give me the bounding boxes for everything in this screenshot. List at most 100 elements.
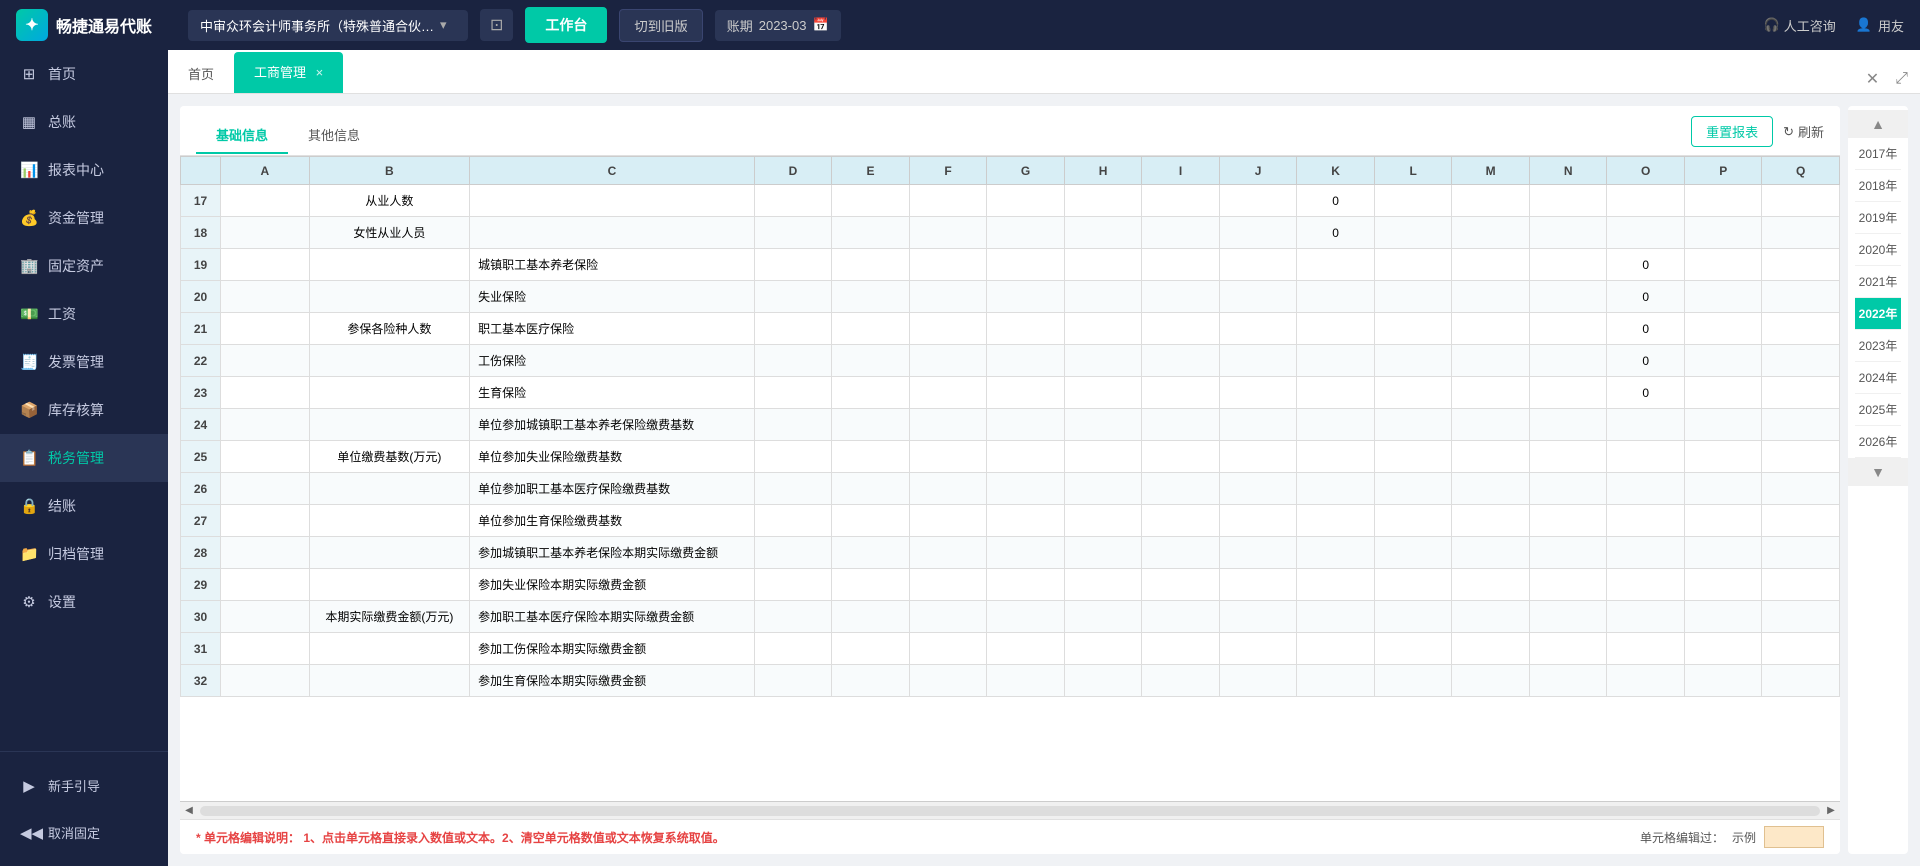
year-item[interactable]: 2025年 — [1855, 394, 1902, 426]
cell-18-col_k[interactable]: 0 — [1297, 217, 1375, 249]
cell-29-col_a[interactable] — [221, 569, 310, 601]
cell-24-row_num[interactable]: 24 — [181, 409, 221, 441]
cell-22-col_f[interactable] — [909, 345, 987, 377]
cell-20-row_num[interactable]: 20 — [181, 281, 221, 313]
sidebar-item-closing[interactable]: 🔒 结账 — [0, 482, 168, 530]
cell-24-col_m[interactable] — [1452, 409, 1530, 441]
cell-17-col_p[interactable] — [1684, 185, 1762, 217]
cell-22-col_n[interactable] — [1529, 345, 1607, 377]
cell-25-col_c[interactable]: 单位参加失业保险缴费基数 — [470, 441, 755, 473]
cell-30-row_num[interactable]: 30 — [181, 601, 221, 633]
cell-19-col_c[interactable]: 城镇职工基本养老保险 — [470, 249, 755, 281]
cell-24-col_b[interactable] — [309, 409, 470, 441]
cell-29-row_num[interactable]: 29 — [181, 569, 221, 601]
cell-17-col_a[interactable] — [221, 185, 310, 217]
cell-29-col_k[interactable] — [1297, 569, 1375, 601]
cell-28-col_n[interactable] — [1529, 537, 1607, 569]
cell-28-col_d[interactable] — [754, 537, 832, 569]
cell-23-col_c[interactable]: 生育保险 — [470, 377, 755, 409]
cell-31-col_e[interactable] — [832, 633, 910, 665]
sidebar-item-inventory[interactable]: 📦 库存核算 — [0, 386, 168, 434]
cell-22-col_g[interactable] — [987, 345, 1065, 377]
cell-26-col_p[interactable] — [1684, 473, 1762, 505]
window-expand-icon[interactable]: ⤢ — [1891, 66, 1912, 92]
cell-26-col_i[interactable] — [1142, 473, 1220, 505]
cell-28-col_m[interactable] — [1452, 537, 1530, 569]
cell-29-col_p[interactable] — [1684, 569, 1762, 601]
cell-28-row_num[interactable]: 28 — [181, 537, 221, 569]
cell-32-col_e[interactable] — [832, 665, 910, 697]
cell-24-col_o[interactable] — [1607, 409, 1685, 441]
cell-21-col_b[interactable]: 参保各险种人数 — [309, 313, 470, 345]
cell-25-col_n[interactable] — [1529, 441, 1607, 473]
cell-21-col_i[interactable] — [1142, 313, 1220, 345]
cell-18-col_i[interactable] — [1142, 217, 1220, 249]
cell-17-col_d[interactable] — [754, 185, 832, 217]
cell-27-col_b[interactable] — [309, 505, 470, 537]
cell-19-col_j[interactable] — [1219, 249, 1297, 281]
sidebar-item-invoice-mgmt[interactable]: 🧾 发票管理 — [0, 338, 168, 386]
cell-18-col_f[interactable] — [909, 217, 987, 249]
cell-18-col_c[interactable] — [470, 217, 755, 249]
cell-31-col_o[interactable] — [1607, 633, 1685, 665]
cell-21-col_m[interactable] — [1452, 313, 1530, 345]
cell-19-col_g[interactable] — [987, 249, 1065, 281]
cell-26-col_j[interactable] — [1219, 473, 1297, 505]
cell-26-col_e[interactable] — [832, 473, 910, 505]
cell-17-col_i[interactable] — [1142, 185, 1220, 217]
cell-18-col_h[interactable] — [1064, 217, 1142, 249]
cell-27-col_o[interactable] — [1607, 505, 1685, 537]
cell-29-col_q[interactable] — [1762, 569, 1840, 601]
cell-28-col_k[interactable] — [1297, 537, 1375, 569]
cell-32-row_num[interactable]: 32 — [181, 665, 221, 697]
cell-26-col_n[interactable] — [1529, 473, 1607, 505]
cell-18-col_o[interactable] — [1607, 217, 1685, 249]
cell-25-col_p[interactable] — [1684, 441, 1762, 473]
cell-17-col_o[interactable] — [1607, 185, 1685, 217]
cell-23-col_a[interactable] — [221, 377, 310, 409]
cell-20-col_k[interactable] — [1297, 281, 1375, 313]
cell-25-col_k[interactable] — [1297, 441, 1375, 473]
cell-29-col_g[interactable] — [987, 569, 1065, 601]
cell-30-col_h[interactable] — [1064, 601, 1142, 633]
cell-32-col_h[interactable] — [1064, 665, 1142, 697]
cell-19-col_l[interactable] — [1374, 249, 1452, 281]
sidebar-item-payroll[interactable]: 💵 工资 — [0, 290, 168, 338]
cell-18-col_a[interactable] — [221, 217, 310, 249]
cell-17-col_e[interactable] — [832, 185, 910, 217]
cell-32-col_k[interactable] — [1297, 665, 1375, 697]
cell-19-col_f[interactable] — [909, 249, 987, 281]
cell-22-col_o[interactable]: 0 — [1607, 345, 1685, 377]
cell-24-col_a[interactable] — [221, 409, 310, 441]
user-area[interactable]: 👤 用友 — [1856, 16, 1904, 35]
cell-27-col_a[interactable] — [221, 505, 310, 537]
cell-27-col_f[interactable] — [909, 505, 987, 537]
cell-28-col_h[interactable] — [1064, 537, 1142, 569]
cell-31-col_p[interactable] — [1684, 633, 1762, 665]
cell-17-col_n[interactable] — [1529, 185, 1607, 217]
cell-25-col_m[interactable] — [1452, 441, 1530, 473]
cell-24-col_d[interactable] — [754, 409, 832, 441]
cell-29-col_e[interactable] — [832, 569, 910, 601]
cell-27-row_num[interactable]: 27 — [181, 505, 221, 537]
cell-18-col_n[interactable] — [1529, 217, 1607, 249]
cell-31-col_b[interactable] — [309, 633, 470, 665]
cell-20-col_a[interactable] — [221, 281, 310, 313]
cell-28-col_p[interactable] — [1684, 537, 1762, 569]
cell-19-col_n[interactable] — [1529, 249, 1607, 281]
cell-29-col_i[interactable] — [1142, 569, 1220, 601]
cell-18-col_l[interactable] — [1374, 217, 1452, 249]
cell-25-row_num[interactable]: 25 — [181, 441, 221, 473]
cell-24-col_c[interactable]: 单位参加城镇职工基本养老保险缴费基数 — [470, 409, 755, 441]
cell-22-col_i[interactable] — [1142, 345, 1220, 377]
cell-21-col_l[interactable] — [1374, 313, 1452, 345]
cell-30-col_q[interactable] — [1762, 601, 1840, 633]
scroll-track[interactable] — [200, 806, 1820, 816]
cell-28-col_o[interactable] — [1607, 537, 1685, 569]
cell-31-col_f[interactable] — [909, 633, 987, 665]
cell-21-col_j[interactable] — [1219, 313, 1297, 345]
sidebar-item-report-center[interactable]: 📊 报表中心 — [0, 146, 168, 194]
cell-28-col_f[interactable] — [909, 537, 987, 569]
cell-22-col_h[interactable] — [1064, 345, 1142, 377]
cell-22-col_a[interactable] — [221, 345, 310, 377]
